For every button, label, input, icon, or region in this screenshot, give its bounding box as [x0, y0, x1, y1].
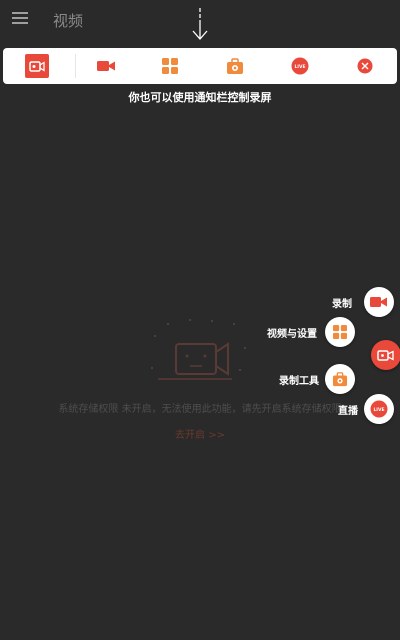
speed-dial-video-settings[interactable]: 视频与设置: [267, 317, 355, 347]
notification-control-bar: LIVE: [3, 48, 397, 84]
close-icon[interactable]: [353, 54, 377, 78]
enable-permission-link[interactable]: 去开启 >>: [0, 426, 400, 441]
video-settings-button[interactable]: [325, 317, 355, 347]
toolbox-icon[interactable]: [223, 54, 247, 78]
speed-dial-record-tools[interactable]: 录制工具: [279, 364, 355, 394]
live-badge-text: LIVE: [294, 64, 305, 70]
live-label: 直播: [338, 405, 358, 417]
speed-dial-record[interactable]: 录制: [332, 287, 394, 317]
grid-tools-icon[interactable]: [158, 54, 182, 78]
live-icon[interactable]: LIVE: [288, 54, 312, 78]
record-tools-button[interactable]: [325, 364, 355, 394]
app-logo-icon[interactable]: [25, 54, 49, 78]
record-button[interactable]: [364, 287, 394, 317]
main-record-fab[interactable]: [371, 340, 400, 370]
record-tools-label: 录制工具: [279, 375, 319, 387]
grid-tools-icon: [333, 325, 347, 339]
live-badge-text: LIVE: [373, 407, 384, 413]
hamburger-menu-icon[interactable]: [12, 12, 30, 26]
empty-state-illustration: [151, 319, 246, 380]
live-icon: LIVE: [370, 400, 388, 418]
video-camera-icon: [370, 297, 387, 307]
app-bar: 视频: [0, 0, 400, 44]
divider: [75, 54, 76, 78]
toolbox-icon: [332, 371, 348, 386]
record-label: 录制: [332, 298, 352, 310]
notification-hint-text: 你也可以使用通知栏控制录屏: [128, 91, 272, 104]
video-camera-icon[interactable]: [94, 54, 118, 78]
video-settings-label: 视频与设置: [267, 328, 317, 340]
app-logo-icon: [377, 350, 394, 361]
down-arrow-icon: [192, 8, 208, 40]
live-button[interactable]: LIVE: [364, 394, 394, 424]
speed-dial-live[interactable]: 直播 LIVE: [338, 394, 394, 424]
page-title: 视频: [53, 12, 84, 30]
